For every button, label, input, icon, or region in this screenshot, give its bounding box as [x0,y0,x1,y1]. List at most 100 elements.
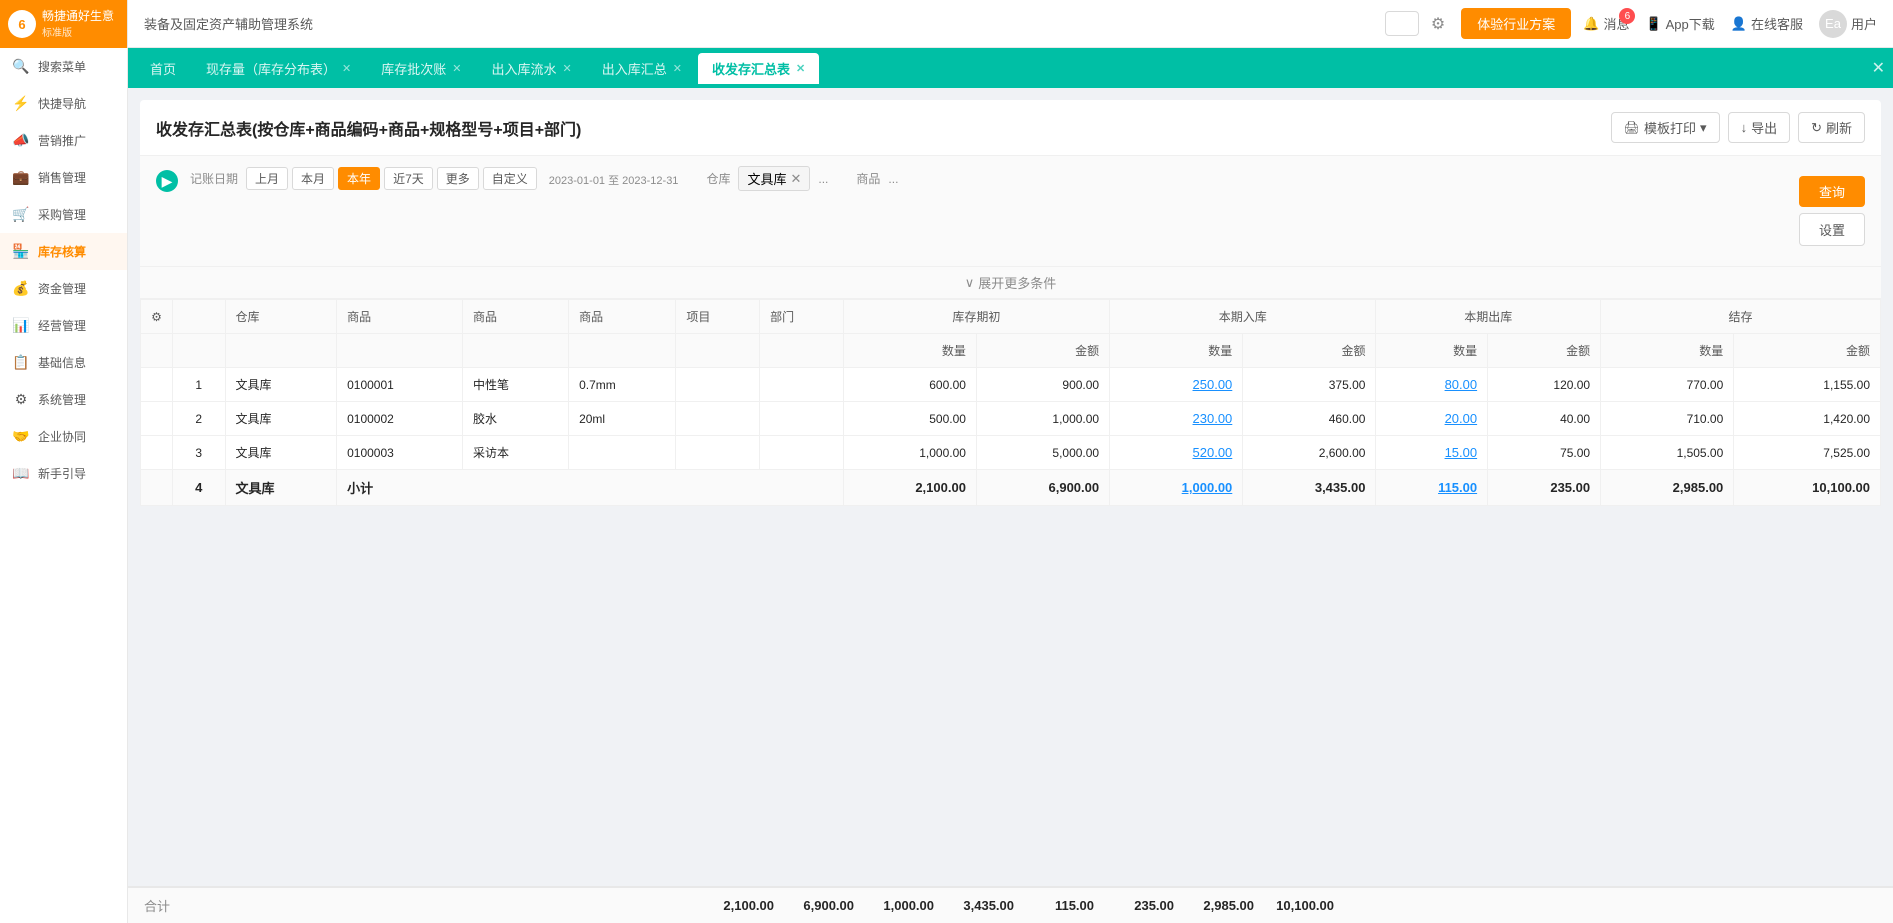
date-btn-more[interactable]: 更多 [437,167,479,190]
footer-spacer1 [224,898,304,913]
tab-close-icon-1[interactable]: ✕ [342,62,351,75]
chevron-down-icon: ∨ [965,275,975,291]
menu-label-9: 系统管理 [38,391,86,408]
app-download-btn[interactable]: 📱 App下载 [1645,14,1714,33]
tab-4[interactable]: 出入库汇总✕ [588,53,696,84]
tab-1[interactable]: 现存量（库存分布表）✕ [192,53,365,84]
settings-icon[interactable]: ⚙ [1431,14,1445,34]
date-btn-custom[interactable]: 自定义 [483,167,537,190]
row-opening-amt-1: 1,000.00 [976,402,1109,436]
topbar: 装备及固定资产辅助管理系统 ⚙ 体验行业方案 🔔 消息 6 📱 App下载 👤 … [128,0,1893,48]
row-spec-0: 0.7mm [569,368,676,402]
menu-label-11: 新手引导 [38,465,86,482]
tab-close-icon-5[interactable]: ✕ [796,62,805,75]
warehouse-tag-text: 文具库 [747,169,786,188]
menu-icon-0: 🔍 [12,58,30,75]
footer-closing-qty: 2,985.00 [1184,898,1264,913]
sidebar-item-搜索菜单[interactable]: 🔍 搜索菜单 [0,48,127,85]
row-name-2: 采访本 [463,436,569,470]
page-actions: 🖨 模板打印 ▾ ↓ 导出 ↻ 刷新 [1611,112,1866,143]
subtotal-no: 4 [173,470,226,506]
row-out-qty-1[interactable]: 20.00 [1376,402,1488,436]
product-filter-label: 商品 [856,170,880,187]
footer-opening-amt: 6,900.00 [784,898,864,913]
sidebar-item-系统管理[interactable]: ⚙ 系统管理 [0,381,127,418]
row-in-qty-2[interactable]: 520.00 [1110,436,1243,470]
warehouse-tag: 文具库 ✕ [738,166,810,191]
sidebar-item-企业协同[interactable]: 🤝 企业协同 [0,418,127,455]
col-out-header: 本期出库 [1376,300,1601,334]
col-spec-sub [569,334,676,368]
row-warehouse-2: 文具库 [225,436,337,470]
sidebar-item-采购管理[interactable]: 🛒 采购管理 [0,196,127,233]
subtotal-warehouse: 文具库 [225,470,337,506]
menu-icon-3: 💼 [12,169,30,186]
sidebar-item-销售管理[interactable]: 💼 销售管理 [0,159,127,196]
online-service-btn[interactable]: 👤 在线客服 [1731,14,1803,33]
tab-5[interactable]: 收发存汇总表✕ [698,53,819,84]
expand-conditions-btn[interactable]: ∨ 展开更多条件 [140,267,1881,299]
row-closing-qty-0: 770.00 [1601,368,1734,402]
row-project-0 [676,368,760,402]
close-all-tabs-icon[interactable]: ✕ [1872,58,1885,78]
print-btn[interactable]: 🖨 模板打印 ▾ [1611,112,1720,143]
sidebar-item-营销推广[interactable]: 📣 营销推广 [0,122,127,159]
export-icon: ↓ [1741,120,1748,135]
export-btn[interactable]: ↓ 导出 [1728,112,1791,143]
page-card: 收发存汇总表(按仓库+商品编码+商品+规格型号+项目+部门) 🖨 模板打印 ▾ … [140,100,1881,506]
subtotal-in-qty: 1,000.00 [1110,470,1243,506]
tab-close-icon-3[interactable]: ✕ [563,62,572,75]
filter-expand-icon[interactable]: ▶ [156,170,178,192]
date-btn-this-month[interactable]: 本月 [292,167,334,190]
menu-icon-11: 📖 [12,465,30,482]
tab-label-0: 首页 [150,59,176,78]
footer-in-qty: 1,000.00 [864,898,944,913]
tab-close-icon-2[interactable]: ✕ [452,62,461,75]
notifications-btn[interactable]: 🔔 消息 6 [1583,14,1629,33]
row-out-qty-0[interactable]: 80.00 [1376,368,1488,402]
menu-label-2: 营销推广 [38,132,86,149]
tab-0[interactable]: 首页 [136,53,190,84]
col-project-header: 项目 [676,300,760,334]
sidebar-item-资金管理[interactable]: 💰 资金管理 [0,270,127,307]
date-btn-last-month[interactable]: 上月 [246,167,288,190]
row-closing-amt-0: 1,155.00 [1734,368,1881,402]
menu-label-8: 基础信息 [38,354,86,371]
menu-icon-7: 📊 [12,317,30,334]
date-btn-7days[interactable]: 近7天 [384,167,433,190]
app-name: 畅捷通好生意 [42,9,114,25]
sidebar-item-快捷导航[interactable]: ⚡ 快捷导航 [0,85,127,122]
menu-icon-5: 🏪 [12,243,30,260]
menu-icon-1: ⚡ [12,95,30,112]
row-opening-qty-0: 600.00 [843,368,976,402]
sidebar-item-库存核算[interactable]: 🏪 库存核算 [0,233,127,270]
logo-icon: 6 [8,10,36,38]
refresh-btn[interactable]: ↻ 刷新 [1798,112,1865,143]
date-btn-this-year[interactable]: 本年 [338,167,380,190]
sidebar-item-基础信息[interactable]: 📋 基础信息 [0,344,127,381]
row-in-qty-1[interactable]: 230.00 [1110,402,1243,436]
row-no-0: 1 [173,368,226,402]
row-out-amt-2: 75.00 [1488,436,1601,470]
row-opening-qty-2: 1,000.00 [843,436,976,470]
row-in-qty-0[interactable]: 250.00 [1110,368,1243,402]
system-select[interactable] [1385,11,1419,36]
tab-3[interactable]: 出入库流水✕ [477,53,585,84]
filter-settings-btn[interactable]: 设置 [1799,213,1865,246]
warehouse-tag-close-icon[interactable]: ✕ [790,171,801,187]
col-opening-amt-sub: 金额 [976,334,1109,368]
sidebar-menu: 🔍 搜索菜单⚡ 快捷导航📣 营销推广💼 销售管理🛒 采购管理🏪 库存核算💰 资金… [0,48,127,923]
sidebar-item-新手引导[interactable]: 📖 新手引导 [0,455,127,492]
query-btn[interactable]: 查询 [1799,176,1865,207]
row-out-qty-2[interactable]: 15.00 [1376,436,1488,470]
col-no-sub [173,334,226,368]
tab-2[interactable]: 库存批次账✕ [367,53,475,84]
menu-label-5: 库存核算 [38,243,86,260]
sidebar-item-经营管理[interactable]: 📊 经营管理 [0,307,127,344]
warehouse-more-btn[interactable]: ... [818,172,828,186]
trial-btn[interactable]: 体验行业方案 [1461,8,1571,39]
user-menu-btn[interactable]: Ea 用户 [1819,10,1877,38]
tab-close-icon-4[interactable]: ✕ [673,62,682,75]
row-no-1: 2 [173,402,226,436]
product-more-btn[interactable]: ... [888,172,898,186]
